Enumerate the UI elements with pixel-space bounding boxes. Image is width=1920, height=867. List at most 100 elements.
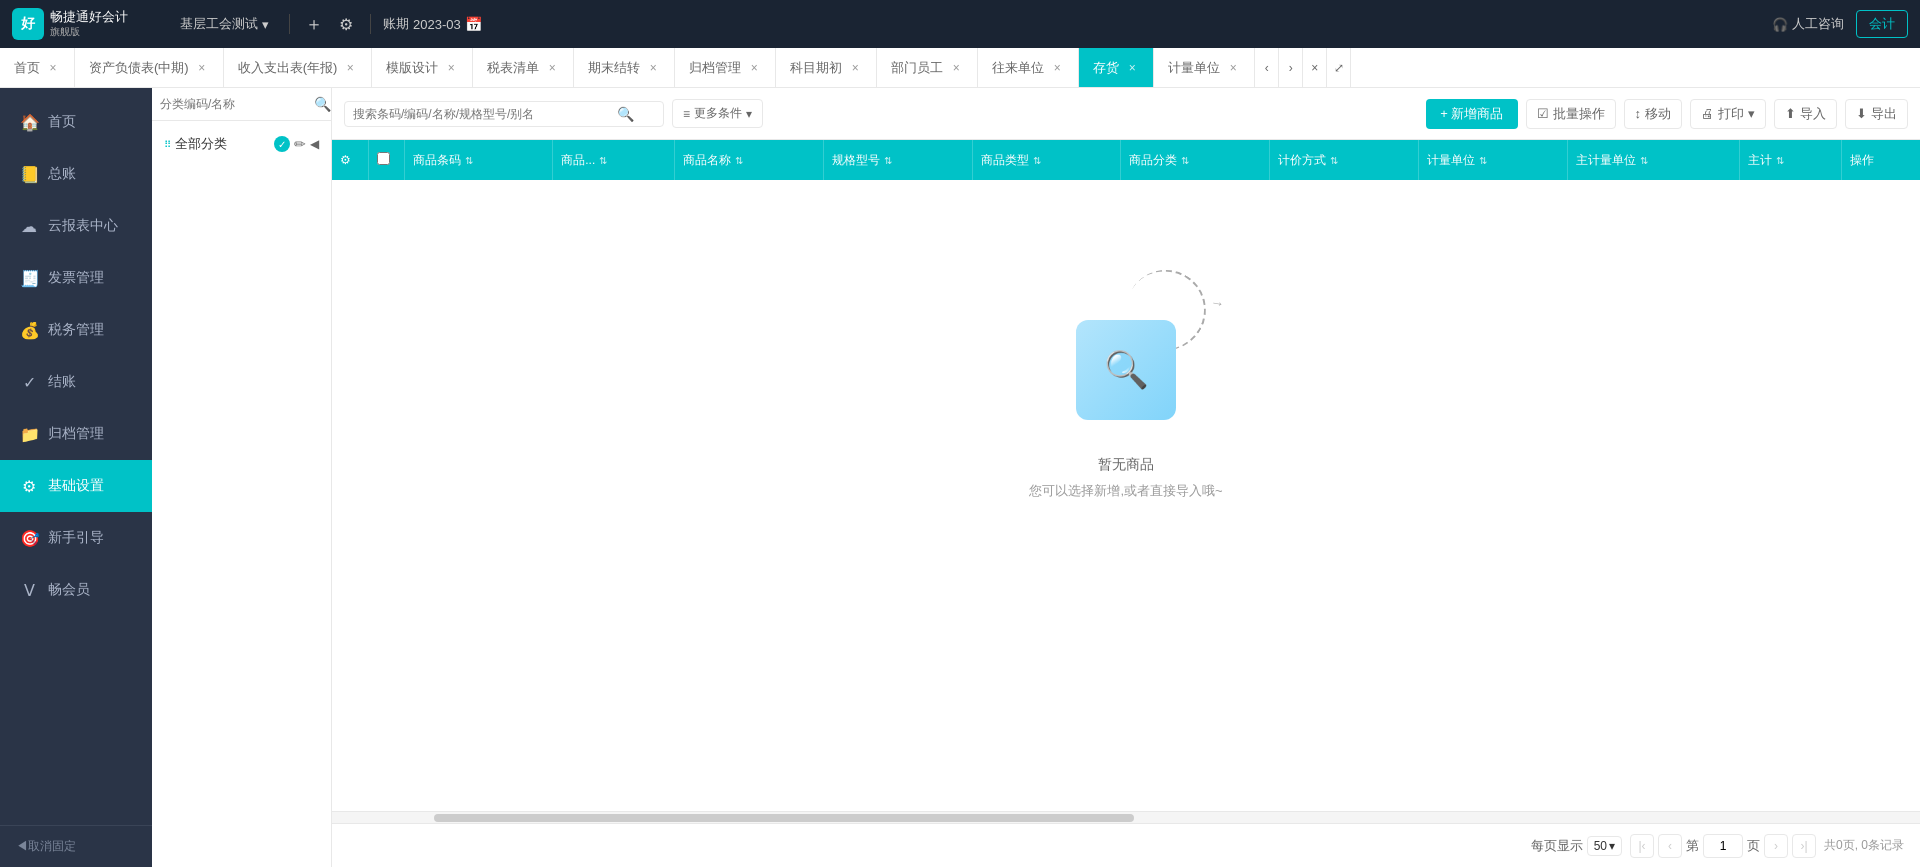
sidebar-item-invoice[interactable]: 🧾 发票管理 bbox=[0, 252, 152, 304]
sidebar-item-tax[interactable]: 💰 税务管理 bbox=[0, 304, 152, 356]
sidebar-item-archive[interactable]: 📁 归档管理 bbox=[0, 408, 152, 460]
account-button[interactable]: 会计 bbox=[1856, 10, 1908, 38]
th-category[interactable]: 商品分类 ⇅ bbox=[1121, 140, 1270, 180]
tab-income-statement-close[interactable]: × bbox=[343, 61, 357, 75]
page-label: 第 bbox=[1686, 837, 1699, 855]
import-button[interactable]: ⬆ 导入 bbox=[1774, 99, 1837, 129]
tab-dept-staff-close[interactable]: × bbox=[949, 61, 963, 75]
sidebar-item-guide[interactable]: 🎯 新手引导 bbox=[0, 512, 152, 564]
sidebar-item-checkout[interactable]: ✓ 结账 bbox=[0, 356, 152, 408]
th-main-unit[interactable]: 主计量单位 ⇅ bbox=[1567, 140, 1739, 180]
per-page-select[interactable]: 50 ▾ bbox=[1587, 836, 1622, 856]
tab-home-close[interactable]: × bbox=[46, 61, 60, 75]
category-badge: ✓ bbox=[274, 136, 290, 152]
tab-income-statement[interactable]: 收入支出表(年报) × bbox=[224, 48, 373, 88]
tab-template-close[interactable]: × bbox=[444, 61, 458, 75]
tab-close-all[interactable]: × bbox=[1303, 48, 1327, 88]
category-search-icon[interactable]: 🔍 bbox=[314, 96, 331, 112]
tab-tax-list[interactable]: 税表清单 × bbox=[473, 48, 574, 88]
sidebar-archive-label: 归档管理 bbox=[48, 425, 104, 443]
print-button[interactable]: 🖨 打印 ▾ bbox=[1690, 99, 1766, 129]
collapse-panel-icon[interactable]: ◀ bbox=[310, 137, 319, 151]
export-button[interactable]: ⬇ 导出 bbox=[1845, 99, 1908, 129]
th-pricing[interactable]: 计价方式 ⇅ bbox=[1270, 140, 1419, 180]
sidebar-item-member[interactable]: Ⅴ 畅会员 bbox=[0, 564, 152, 616]
tab-subject-init[interactable]: 科目期初 × bbox=[776, 48, 877, 88]
tab-nav-next[interactable]: › bbox=[1279, 48, 1303, 88]
product-search-input[interactable] bbox=[353, 107, 613, 121]
calendar-icon[interactable]: 📅 bbox=[465, 16, 482, 32]
print-arrow-icon: ▾ bbox=[1748, 106, 1755, 121]
tab-dept-staff[interactable]: 部门员工 × bbox=[877, 48, 978, 88]
sidebar-settings-label: 基础设置 bbox=[48, 477, 104, 495]
category-search-input[interactable] bbox=[160, 97, 310, 111]
tab-subject-init-close[interactable]: × bbox=[848, 61, 862, 75]
tab-unit[interactable]: 计量单位 × bbox=[1154, 48, 1255, 88]
th-action-label: 操作 bbox=[1850, 152, 1874, 169]
tab-tax-list-label: 税表清单 bbox=[487, 59, 539, 77]
next-page-button[interactable]: › bbox=[1764, 834, 1788, 858]
tab-partner-close[interactable]: × bbox=[1050, 61, 1064, 75]
sidebar-item-settings[interactable]: ⚙ 基础设置 bbox=[0, 460, 152, 512]
sidebar-item-ledger[interactable]: 📒 总账 bbox=[0, 148, 152, 200]
company-selector[interactable]: 基层工会测试 ▾ bbox=[172, 11, 277, 37]
th-spec[interactable]: 规格型号 ⇅ bbox=[823, 140, 972, 180]
th-settings[interactable]: ⚙ bbox=[332, 140, 368, 180]
product-search-icon[interactable]: 🔍 bbox=[617, 106, 634, 122]
unpin-label: ◀取消固定 bbox=[16, 838, 76, 855]
sort-main-unit-icon: ⇅ bbox=[1640, 155, 1648, 166]
page-number-input[interactable] bbox=[1703, 834, 1743, 858]
th-barcode[interactable]: 商品条码 ⇅ bbox=[404, 140, 553, 180]
sidebar-item-cloud-report[interactable]: ☁ 云报表中心 bbox=[0, 200, 152, 252]
app-name: 畅捷通好会计 bbox=[50, 9, 128, 25]
sort-code-icon: ⇅ bbox=[599, 155, 607, 166]
tab-home-label: 首页 bbox=[14, 59, 40, 77]
add-tab-button[interactable]: ＋ bbox=[302, 12, 326, 36]
th-main-calc-label: 主计 bbox=[1748, 152, 1772, 169]
tab-partner[interactable]: 往来单位 × bbox=[978, 48, 1079, 88]
tab-inventory[interactable]: 存货 × bbox=[1079, 48, 1154, 88]
headset-icon: 🎧 bbox=[1772, 17, 1788, 32]
th-main-unit-label: 主计量单位 bbox=[1576, 152, 1636, 169]
service-button[interactable]: 🎧 人工咨询 bbox=[1772, 15, 1844, 33]
th-main-calc[interactable]: 主计 ⇅ bbox=[1739, 140, 1841, 180]
tab-archive[interactable]: 归档管理 × bbox=[675, 48, 776, 88]
move-button[interactable]: ↕ 移动 bbox=[1624, 99, 1683, 129]
sidebar-unpin-button[interactable]: ◀取消固定 bbox=[0, 825, 152, 867]
horizontal-scrollbar[interactable] bbox=[332, 811, 1920, 823]
tab-balance-sheet-close[interactable]: × bbox=[195, 61, 209, 75]
tab-expand[interactable]: ⤢ bbox=[1327, 48, 1351, 88]
tab-tax-list-close[interactable]: × bbox=[545, 61, 559, 75]
th-name[interactable]: 商品名称 ⇅ bbox=[675, 140, 824, 180]
add-product-button[interactable]: + 新增商品 bbox=[1426, 99, 1517, 129]
edit-category-icon[interactable]: ✏ bbox=[294, 136, 306, 152]
all-categories-item[interactable]: ⠿ 全部分类 ✓ ✏ ◀ bbox=[160, 129, 323, 159]
th-code[interactable]: 商品... ⇅ bbox=[553, 140, 675, 180]
tab-archive-close[interactable]: × bbox=[747, 61, 761, 75]
global-settings-button[interactable]: ⚙ bbox=[334, 12, 358, 36]
empty-title: 暂无商品 bbox=[1098, 456, 1154, 474]
tab-period-transfer-close[interactable]: × bbox=[646, 61, 660, 75]
logo-icon: 好 bbox=[12, 8, 44, 40]
tab-balance-sheet[interactable]: 资产负债表(中期) × bbox=[75, 48, 224, 88]
tab-template[interactable]: 模版设计 × bbox=[372, 48, 473, 88]
th-checkbox[interactable] bbox=[368, 140, 404, 180]
page-size-selector: 每页显示 50 ▾ bbox=[1531, 836, 1622, 856]
filter-button[interactable]: ≡ 更多条件 ▾ bbox=[672, 99, 763, 128]
last-page-button[interactable]: ›| bbox=[1792, 834, 1816, 858]
select-all-checkbox[interactable] bbox=[377, 152, 390, 165]
scroll-thumb[interactable] bbox=[434, 814, 1134, 822]
print-label: 打印 bbox=[1718, 105, 1744, 123]
tab-nav-prev[interactable]: ‹ bbox=[1255, 48, 1279, 88]
batch-operation-button[interactable]: ☑ 批量操作 bbox=[1526, 99, 1616, 129]
tab-inventory-close[interactable]: × bbox=[1125, 61, 1139, 75]
tab-home[interactable]: 首页 × bbox=[0, 48, 75, 88]
prev-page-button[interactable]: ‹ bbox=[1658, 834, 1682, 858]
th-unit[interactable]: 计量单位 ⇅ bbox=[1418, 140, 1567, 180]
tab-period-transfer[interactable]: 期末结转 × bbox=[574, 48, 675, 88]
th-type[interactable]: 商品类型 ⇅ bbox=[972, 140, 1121, 180]
th-type-label: 商品类型 bbox=[981, 152, 1029, 169]
tab-unit-close[interactable]: × bbox=[1226, 61, 1240, 75]
sidebar-item-home[interactable]: 🏠 首页 bbox=[0, 96, 152, 148]
first-page-button[interactable]: |‹ bbox=[1630, 834, 1654, 858]
